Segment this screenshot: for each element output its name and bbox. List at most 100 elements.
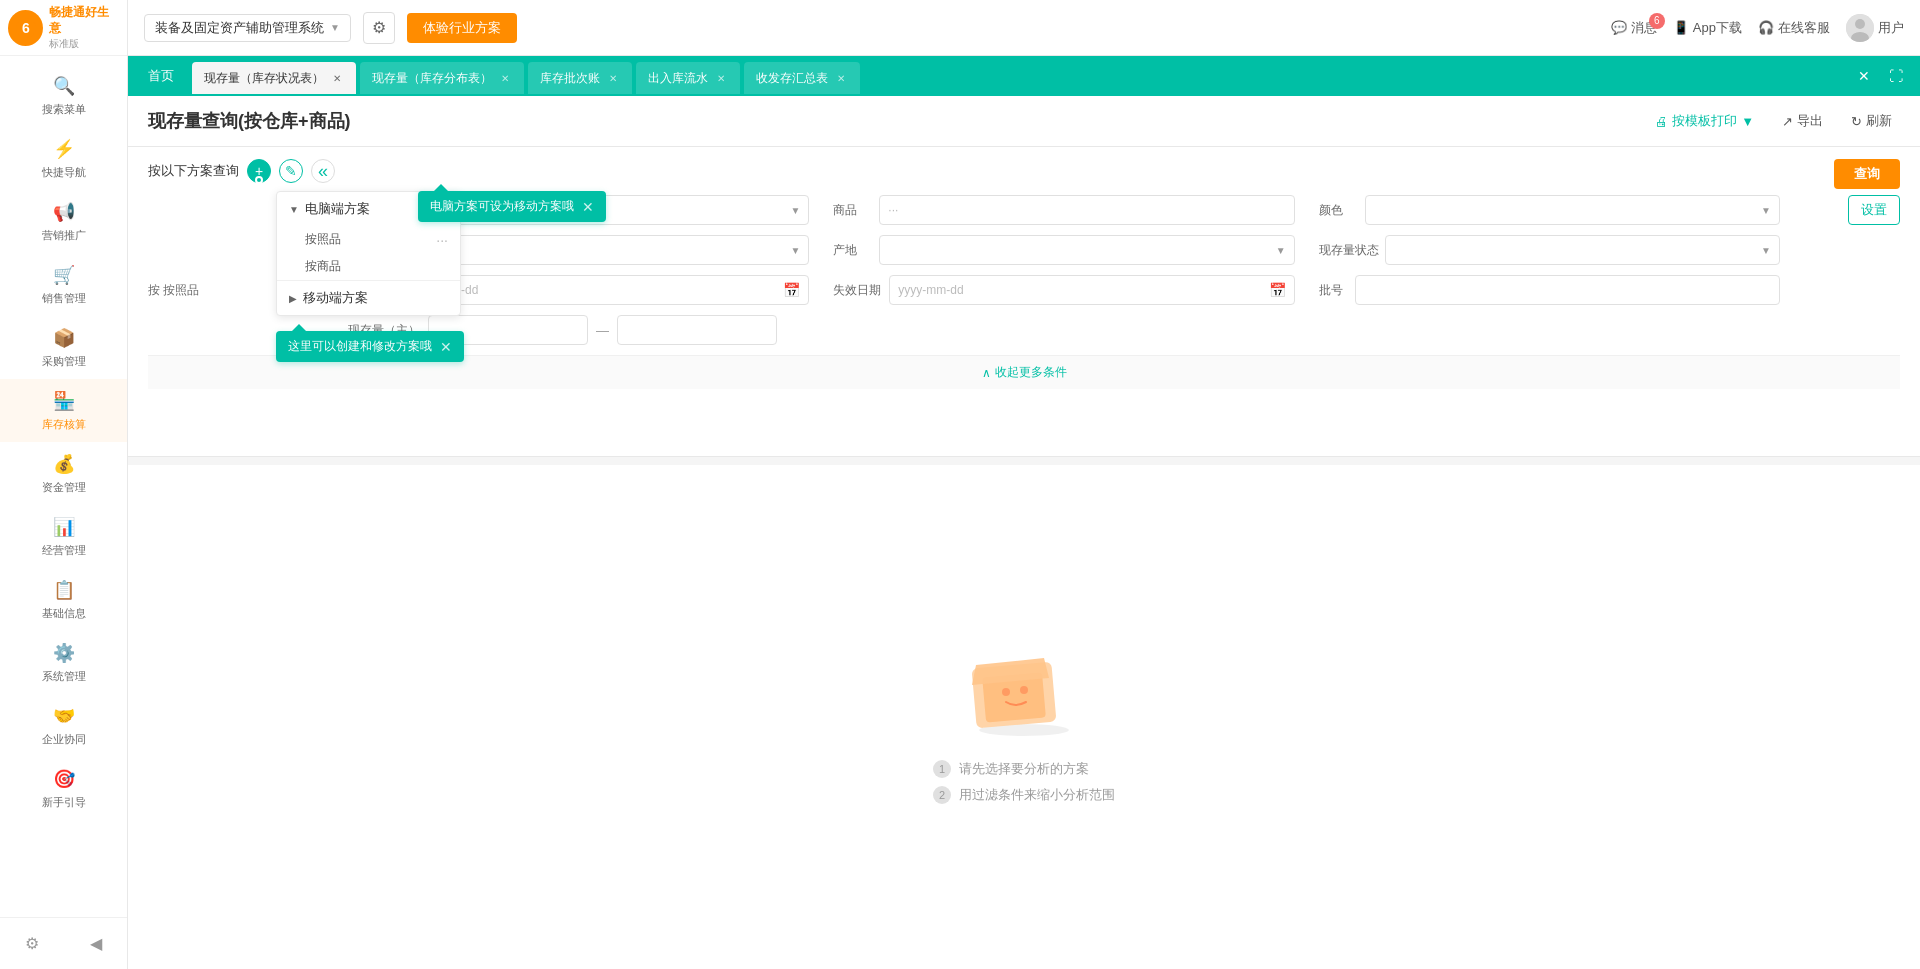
sidebar-item-basic-info[interactable]: 📋 基础信息 (0, 568, 127, 631)
edit-scheme-button[interactable]: ✎ (279, 159, 303, 183)
empty-state: 1 请先选择要分析的方案 2 用过滤条件来缩小分析范围 (128, 465, 1920, 969)
message-icon: 💬 (1611, 20, 1627, 35)
filter-row-3: 按 按照品 生产日期 yyyy-mm-dd 📅 失效日期 yyyy-mm-dd (348, 275, 1780, 305)
back-icon: « (318, 161, 328, 182)
field-origin: 产地 ▼ (833, 235, 1294, 265)
sidebar-item-system[interactable]: ⚙️ 系统管理 (0, 631, 127, 694)
search-icon: 🔍 (52, 74, 76, 98)
close-tab-icon[interactable]: ✕ (498, 71, 512, 85)
inventory-icon: 🏪 (52, 389, 76, 413)
svg-point-3 (1855, 19, 1865, 29)
expire-date-input[interactable]: yyyy-mm-dd 📅 (889, 275, 1294, 305)
app-download-button[interactable]: 📱 App下载 (1673, 19, 1742, 37)
avatar (1846, 14, 1874, 42)
svg-point-8 (1002, 688, 1010, 696)
page-actions: 🖨 按模板打印 ▼ ↗ 导出 ↻ 刷新 (1647, 108, 1900, 134)
inventory-main-to[interactable] (617, 315, 777, 345)
page-header: 现存量查询(按仓库+商品) 🖨 按模板打印 ▼ ↗ 导出 ↻ 刷新 (128, 96, 1920, 147)
add-scheme-button[interactable]: + (247, 159, 271, 183)
logo-icon: 6 (8, 10, 43, 46)
chevron-down-icon: ▼ (330, 22, 340, 33)
finance-icon: 💰 (52, 452, 76, 476)
print-button[interactable]: 🖨 按模板打印 ▼ (1647, 108, 1762, 134)
sidebar-item-marketing[interactable]: 📢 营销推广 (0, 190, 127, 253)
user-menu-button[interactable]: 用户 (1846, 14, 1904, 42)
search-button[interactable]: 查询 (1834, 159, 1900, 189)
scheme-sub-label: 按 按照品 (148, 275, 199, 305)
enterprise-icon: 🤝 (52, 704, 76, 728)
tab-in-out-flow[interactable]: 出入库流水 ✕ (636, 62, 740, 94)
collapse-sidebar-button[interactable]: ◀ (82, 930, 110, 957)
export-icon: ↗ (1782, 114, 1793, 129)
chevron-up-icon: ∧ (982, 366, 991, 380)
headset-icon: 🎧 (1758, 20, 1774, 35)
sidebar-item-enterprise[interactable]: 🤝 企业协同 (0, 694, 127, 757)
tab-inventory-batch[interactable]: 库存批次账 ✕ (528, 62, 632, 94)
tab-inventory-dist[interactable]: 现存量（库存分布表） ✕ (360, 62, 524, 94)
sidebar-item-sales[interactable]: 🛒 销售管理 (0, 253, 127, 316)
produce-date-input[interactable]: yyyy-mm-dd 📅 (404, 275, 809, 305)
tab-receive-send[interactable]: 收发存汇总表 ✕ (744, 62, 860, 94)
chevron-down-icon: ▼ (790, 205, 800, 216)
message-button[interactable]: 💬 消息 6 (1611, 19, 1657, 37)
export-button[interactable]: ↗ 导出 (1774, 108, 1831, 134)
scheme-item-按照品[interactable]: 按照品 ··· (277, 226, 460, 253)
scheme-item-按商品[interactable]: 按商品 (277, 253, 460, 280)
filter-panel: 查询 设置 按以下方案查询 + ✎ « (128, 147, 1920, 457)
tab-inventory-status[interactable]: 现存量（库存状况表） ✕ (192, 62, 356, 94)
origin-select[interactable]: ▼ (879, 235, 1294, 265)
goods-input[interactable]: ··· (879, 195, 1294, 225)
refresh-button[interactable]: ↻ 刷新 (1843, 108, 1900, 134)
empty-tip-1: 1 请先选择要分析的方案 (933, 760, 1115, 778)
tooltip-pc-to-mobile: 电脑方案可设为移动方案哦 ✕ (418, 191, 606, 222)
sidebar-item-inventory[interactable]: 🏪 库存核算 (0, 379, 127, 442)
sidebar-bottom: ⚙ ◀ (0, 917, 127, 969)
calendar-icon: 📅 (783, 282, 800, 298)
close-tab-icon[interactable]: ✕ (606, 71, 620, 85)
color-select[interactable]: ▼ (1365, 195, 1780, 225)
mobile-scheme-section[interactable]: ▶ 移动端方案 (277, 280, 460, 315)
svg-text:6: 6 (22, 20, 30, 36)
tab-home[interactable]: 首页 (132, 56, 190, 96)
reset-button[interactable]: 设置 (1848, 195, 1900, 225)
sidebar: 6 畅捷通好生意 标准版 🔍 搜索菜单 ⚡ 快捷导航 📢 营销推广 🛒 销售管理… (0, 0, 128, 969)
tabbar: 首页 现存量（库存状况表） ✕ 现存量（库存分布表） ✕ 库存批次账 ✕ 出入库… (128, 56, 1920, 96)
topbar-right: 💬 消息 6 📱 App下载 🎧 在线客服 (1611, 14, 1904, 42)
system-icon: ⚙️ (52, 641, 76, 665)
guide-icon: 🎯 (52, 767, 76, 791)
field-goods: 商品 ··· (833, 195, 1294, 225)
gear-button[interactable]: ⚙ (363, 12, 395, 44)
field-inventory-status: 现存量状态 ▼ (1319, 235, 1780, 265)
sidebar-item-search[interactable]: 🔍 搜索菜单 (0, 64, 127, 127)
operations-icon: 📊 (52, 515, 76, 539)
online-support-button[interactable]: 🎧 在线客服 (1758, 19, 1830, 37)
inventory-status-select[interactable]: ▼ (1385, 235, 1780, 265)
sidebar-item-quick-nav[interactable]: ⚡ 快捷导航 (0, 127, 127, 190)
close-tooltip1-button[interactable]: ✕ (582, 199, 594, 215)
more-icon[interactable]: ··· (436, 232, 448, 248)
trial-button[interactable]: 体验行业方案 (407, 13, 517, 43)
filter-row-2: 尺码 ▼ 产地 ▼ 现存量状态 (348, 235, 1780, 265)
edit-icon: ✎ (285, 163, 297, 179)
lightning-icon: ⚡ (52, 137, 76, 161)
refresh-icon: ↻ (1851, 114, 1862, 129)
close-all-tabs-button[interactable]: ✕ (1852, 64, 1876, 88)
sidebar-item-guide[interactable]: 🎯 新手引导 (0, 757, 127, 820)
settings-button[interactable]: ⚙ (17, 930, 47, 957)
close-tab-icon[interactable]: ✕ (330, 71, 344, 85)
close-tab-icon[interactable]: ✕ (834, 71, 848, 85)
calendar-icon: 📅 (1269, 282, 1286, 298)
basic-info-icon: 📋 (52, 578, 76, 602)
system-selector[interactable]: 装备及固定资产辅助管理系统 ▼ (144, 14, 351, 42)
batch-input[interactable] (1355, 275, 1780, 305)
phone-icon: 📱 (1673, 20, 1689, 35)
sidebar-item-operations[interactable]: 📊 经营管理 (0, 505, 127, 568)
back-button[interactable]: « (311, 159, 335, 183)
content: 现存量查询(按仓库+商品) 🖨 按模板打印 ▼ ↗ 导出 ↻ 刷新 (128, 96, 1920, 969)
sidebar-item-purchase[interactable]: 📦 采购管理 (0, 316, 127, 379)
close-tooltip2-button[interactable]: ✕ (440, 339, 452, 355)
close-tab-icon[interactable]: ✕ (714, 71, 728, 85)
expand-button[interactable]: ⛶ (1884, 64, 1908, 88)
empty-illustration (954, 630, 1094, 740)
sidebar-item-finance[interactable]: 💰 资金管理 (0, 442, 127, 505)
